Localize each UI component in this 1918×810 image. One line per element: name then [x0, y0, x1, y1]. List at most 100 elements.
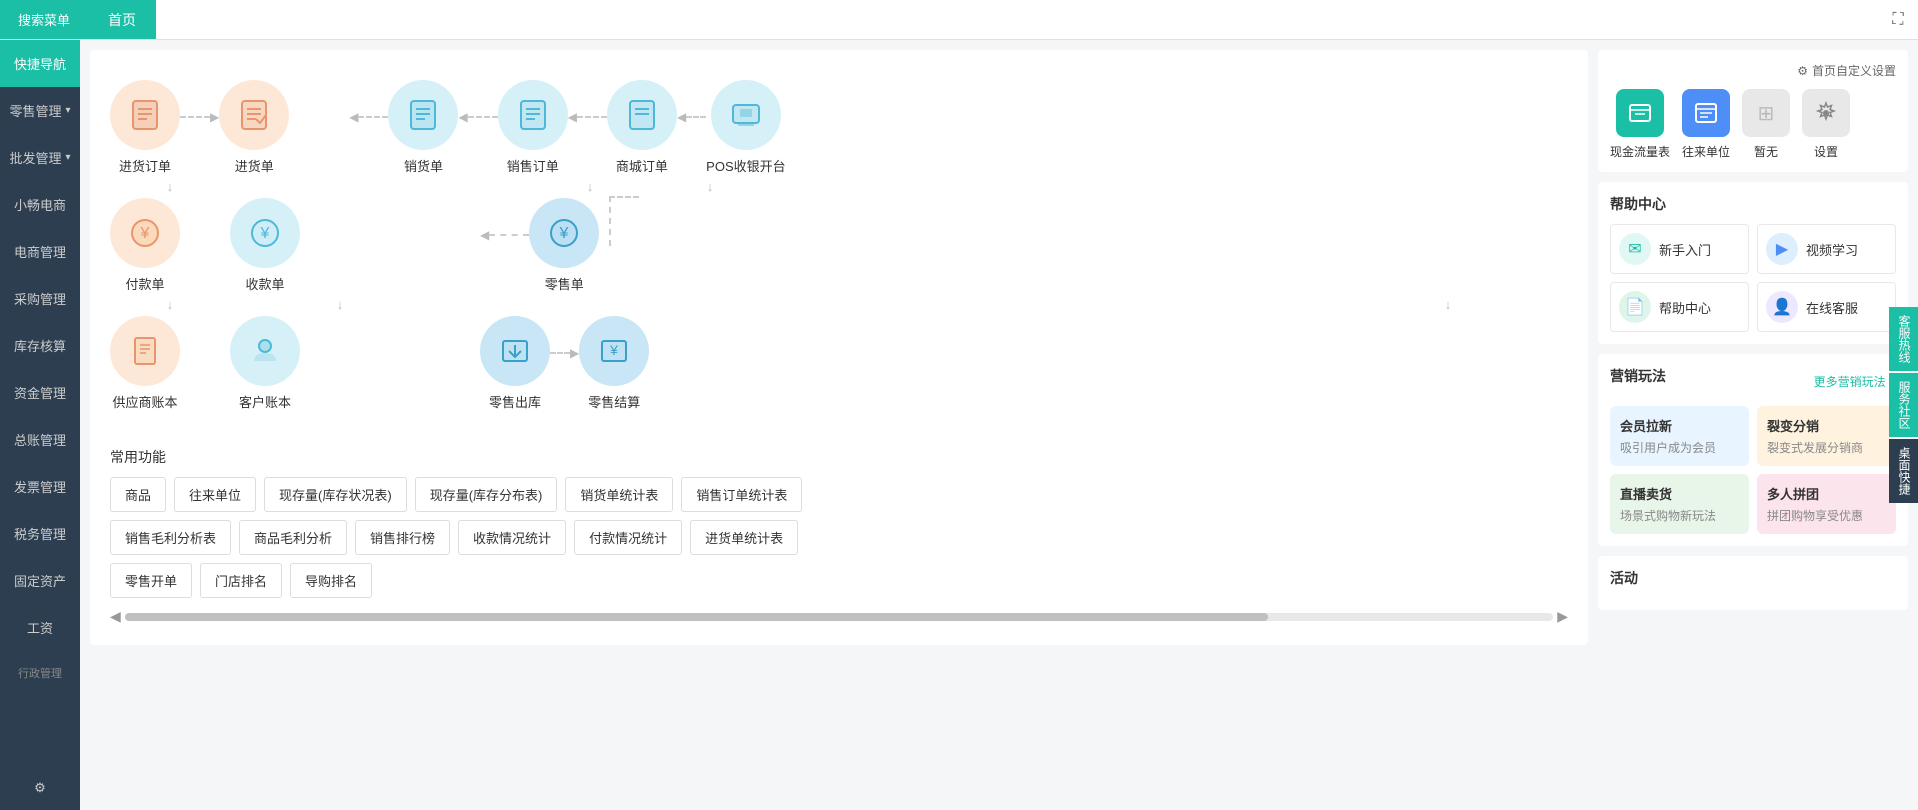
sidebar-item-tax[interactable]: 税务管理	[0, 510, 80, 557]
help-center: 帮助中心 ✉ 新手入门 ▶ 视频学习 📄 帮助中心 👤	[1598, 182, 1908, 344]
right-panel: ⚙ 首页自定义设置 现金流量表 往来单位	[1598, 40, 1918, 810]
quick-icon-settings[interactable]: 设置	[1802, 89, 1850, 160]
marketing-header: 营销玩法 更多营销玩法 >	[1610, 366, 1896, 396]
custom-settings-btn[interactable]: ⚙ 首页自定义设置	[1797, 62, 1896, 79]
func-btn-stock-status[interactable]: 现存量(库存状况表)	[264, 477, 407, 512]
top-bar: 搜索菜单 首页 ⛶	[0, 0, 1918, 40]
help-item-support[interactable]: 👤 在线客服	[1757, 282, 1896, 332]
func-btn-receipt-stat[interactable]: 收款情况统计	[458, 520, 566, 555]
floating-buttons: 客服热线 服务社区 桌面快捷	[1889, 307, 1918, 503]
scroll-right-btn[interactable]: ▶	[1557, 608, 1568, 625]
content-area: 进货订单 ▶ 进货单	[80, 40, 1918, 810]
flow-diagram: 进货订单 ▶ 进货单	[110, 70, 1568, 431]
float-btn-desktop[interactable]: 桌面快捷	[1889, 439, 1918, 503]
quick-nav-card: 进货订单 ▶ 进货单	[90, 50, 1588, 645]
func-btn-product[interactable]: 商品	[110, 477, 166, 512]
node-pos[interactable]: POS收银开台	[706, 80, 785, 175]
func-btn-stock-dist[interactable]: 现存量(库存分布表)	[415, 477, 558, 512]
node-shoukuan[interactable]: ¥ 收款单	[230, 198, 300, 293]
search-menu-btn[interactable]: 搜索菜单	[0, 0, 88, 39]
scroll-track[interactable]	[125, 613, 1553, 621]
func-btn-order-stat[interactable]: 销售订单统计表	[681, 477, 802, 512]
func-btn-sales-rank[interactable]: 销售排行榜	[355, 520, 450, 555]
marketing-fission[interactable]: 裂变分销 裂变式发展分销商	[1757, 406, 1896, 466]
sidebar-item-fixed-assets[interactable]: 固定资产	[0, 557, 80, 604]
sidebar-item-wholesale[interactable]: 批发管理 ▾	[0, 134, 80, 181]
func-btn-guide-rank[interactable]: 导购排名	[290, 563, 372, 598]
node-lingshao-dan[interactable]: ¥ 零售单	[529, 198, 599, 293]
node-lingshao-settlement[interactable]: ¥ 零售结算	[579, 316, 649, 411]
func-btn-retail-order[interactable]: 零售开单	[110, 563, 192, 598]
tab-home[interactable]: 首页	[88, 0, 156, 39]
sidebar-item-retail[interactable]: 零售管理 ▾	[0, 87, 80, 134]
marketing-live[interactable]: 直播卖货 场景式购物新玩法	[1610, 474, 1749, 534]
sidebar: 快捷导航 零售管理 ▾ 批发管理 ▾ 小畅电商 电商管理 采购管理 库存核算 资	[0, 40, 80, 810]
node-customer-book[interactable]: 客户账本	[230, 316, 300, 411]
svg-text:¥: ¥	[559, 225, 569, 242]
scroll-thumb	[125, 613, 1268, 621]
quick-access-header: ⚙ 首页自定义设置	[1610, 62, 1896, 79]
sidebar-item-more[interactable]: 行政管理	[0, 651, 80, 695]
help-item-help[interactable]: 📄 帮助中心	[1610, 282, 1749, 332]
activities-title: 活动	[1610, 568, 1896, 588]
node-jinhuo-dan[interactable]: 进货单	[219, 80, 289, 175]
help-grid: ✉ 新手入门 ▶ 视频学习 📄 帮助中心 👤 在线客服	[1610, 224, 1896, 332]
svg-text:¥: ¥	[140, 225, 150, 242]
sidebar-item-ledger[interactable]: 总账管理	[0, 416, 80, 463]
expand-icon[interactable]: ⛶	[1888, 10, 1908, 30]
sidebar-item-inventory[interactable]: 库存核算	[0, 322, 80, 369]
quick-icon-none[interactable]: ⊞ 暂无	[1742, 89, 1790, 160]
node-xiaoshou-order[interactable]: 销售订单	[498, 80, 568, 175]
svg-text:¥: ¥	[609, 342, 618, 358]
top-right: ⛶	[1888, 0, 1918, 39]
sidebar-item-payroll[interactable]: 工资	[0, 604, 80, 651]
flow-row-3: 供应商账本 客户账本	[110, 316, 1568, 411]
func-row-2: 销售毛利分析表 商品毛利分析 销售排行榜 收款情况统计 付款情况统计 进货单统计…	[110, 520, 1568, 555]
sidebar-item-ecom-mgmt[interactable]: 电商管理	[0, 228, 80, 275]
func-row-3: 零售开单 门店排名 导购排名	[110, 563, 1568, 598]
svg-text:¥: ¥	[260, 225, 270, 242]
sidebar-item-ecommerce[interactable]: 小畅电商	[0, 181, 80, 228]
node-fukuan[interactable]: ¥ 付款单	[110, 198, 180, 293]
marketing-member[interactable]: 会员拉新 吸引用户成为会员	[1610, 406, 1749, 466]
quick-icons-row: 现金流量表 往来单位 ⊞ 暂无	[1610, 89, 1896, 160]
float-btn-community[interactable]: 服务社区	[1889, 373, 1918, 437]
sidebar-item-invoice[interactable]: 发票管理	[0, 463, 80, 510]
node-supplier-book[interactable]: 供应商账本	[110, 316, 180, 411]
marketing-section: 营销玩法 更多营销玩法 > 会员拉新 吸引用户成为会员 裂变分销 裂变式发展分销…	[1598, 354, 1908, 546]
activities-section: 活动	[1598, 556, 1908, 610]
main-panel: 进货订单 ▶ 进货单	[80, 40, 1598, 810]
quick-icon-partner[interactable]: 往来单位	[1682, 89, 1730, 160]
func-btn-partner[interactable]: 往来单位	[174, 477, 256, 512]
func-btn-payment-stat[interactable]: 付款情况统计	[574, 520, 682, 555]
sidebar-item-finance[interactable]: 资金管理	[0, 369, 80, 416]
func-btn-store-rank[interactable]: 门店排名	[200, 563, 282, 598]
help-item-newbie[interactable]: ✉ 新手入门	[1610, 224, 1749, 274]
scroll-left-btn[interactable]: ◀	[110, 608, 121, 625]
quick-access: ⚙ 首页自定义设置 现金流量表 往来单位	[1598, 50, 1908, 172]
quick-icon-cashflow[interactable]: 现金流量表	[1610, 89, 1670, 160]
func-btn-purchase-stat[interactable]: 进货单统计表	[690, 520, 798, 555]
scrollbar: ◀ ▶	[110, 608, 1568, 625]
flow-row-1: 进货订单 ▶ 进货单	[110, 80, 1568, 175]
func-btn-sales-stat[interactable]: 销货单统计表	[565, 477, 673, 512]
main-layout: 快捷导航 零售管理 ▾ 批发管理 ▾ 小畅电商 电商管理 采购管理 库存核算 资	[0, 40, 1918, 810]
marketing-grid: 会员拉新 吸引用户成为会员 裂变分销 裂变式发展分销商 直播卖货 场景式购物新玩…	[1610, 406, 1896, 534]
down-arrows-1: ↓ ↓ ↓	[110, 179, 1568, 194]
func-btn-sales-profit[interactable]: 销售毛利分析表	[110, 520, 231, 555]
sidebar-item-quick-nav[interactable]: 快捷导航	[0, 40, 80, 87]
node-lingshao-outstock[interactable]: 零售出库	[480, 316, 550, 411]
help-item-video[interactable]: ▶ 视频学习	[1757, 224, 1896, 274]
float-btn-service[interactable]: 客服热线	[1889, 307, 1918, 371]
node-shangcheng-order[interactable]: 商城订单	[607, 80, 677, 175]
common-functions: 常用功能 商品 往来单位 现存量(库存状况表) 现存量(库存分布表) 销货单统计…	[110, 447, 1568, 598]
flow-row-2: ¥ 付款单 ¥ 收款单	[110, 198, 1568, 293]
down-arrows-2: ↓ ↓ ↓	[110, 297, 1568, 312]
func-btn-product-profit[interactable]: 商品毛利分析	[239, 520, 347, 555]
sidebar-gear-icon[interactable]: ⚙	[0, 766, 80, 810]
sidebar-item-purchase[interactable]: 采购管理	[0, 275, 80, 322]
node-jinhuo-order[interactable]: 进货订单	[110, 80, 180, 175]
marketing-group[interactable]: 多人拼团 拼团购物享受优惠	[1757, 474, 1896, 534]
more-marketing-link[interactable]: 更多营销玩法 >	[1814, 373, 1896, 390]
node-xiaohuo-dan[interactable]: 销货单	[388, 80, 458, 175]
